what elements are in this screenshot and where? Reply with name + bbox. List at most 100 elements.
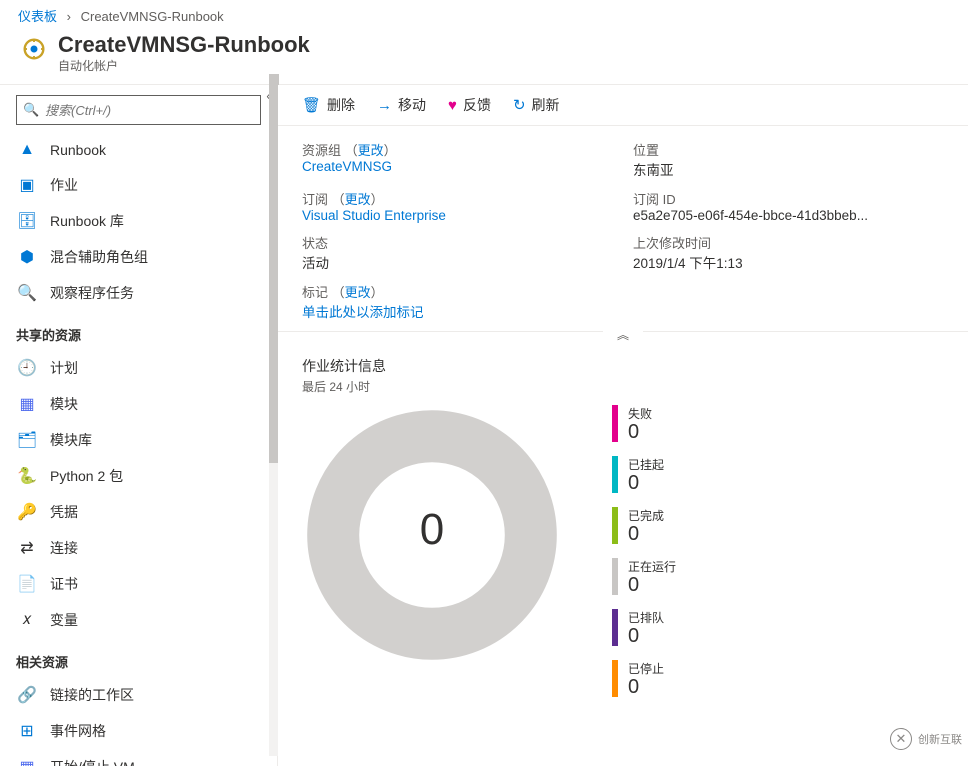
last-modified-label: 上次修改时间 — [633, 233, 944, 252]
legend-item-2: 已完成0 — [612, 507, 676, 544]
move-label: 移动 — [398, 95, 426, 115]
prop-subscription: 订阅 （更改） Visual Studio Enterprise — [302, 189, 613, 223]
collapse-properties-icon[interactable]: ︽ — [603, 324, 643, 345]
refresh-button[interactable]: ↻ 刷新 — [513, 95, 560, 115]
resource-group-value[interactable]: CreateVMNSG — [302, 159, 613, 174]
subscription-label: 订阅 — [302, 192, 328, 207]
legend-item-5: 已停止0 — [612, 660, 676, 697]
last-modified-value: 2019/1/4 下午1:13 — [633, 252, 944, 272]
sidebar-related-label-2: 开始/停止 VM — [50, 757, 135, 766]
heart-icon: ♥ — [448, 97, 457, 114]
sidebar-shared-label-3: Python 2 包 — [50, 466, 123, 486]
toolbar: 🗑 删除 → 移动 ♥ 反馈 ↻ 刷新 — [278, 85, 968, 126]
sidebar-related-icon-0: 🔗 — [16, 685, 38, 705]
breadcrumb: 仪表板 › CreateVMNSG-Runbook — [0, 0, 968, 31]
legend-item-3: 正在运行0 — [612, 558, 676, 595]
sidebar-shared-item-6[interactable]: 📄证书 — [0, 566, 277, 602]
sidebar-shared-item-4[interactable]: 🔑凭据 — [0, 494, 277, 530]
sidebar-header-shared: 共享的资源 — [0, 311, 277, 350]
sidebar: « 🔍 ▲Runbook▣作业🗄Runbook 库⬢混合辅助角色组🔍观察程序任务… — [0, 85, 278, 766]
sidebar-shared-icon-5: ⇄ — [16, 538, 38, 558]
automation-account-icon — [18, 33, 50, 65]
breadcrumb-sep: › — [67, 9, 71, 24]
sidebar-related-item-2[interactable]: ▦ 开始/停止 VM — [0, 749, 277, 766]
legend-item-0: 失败0 — [612, 405, 676, 442]
sidebar-top-label-4: 观察程序任务 — [50, 283, 134, 303]
delete-icon: 🗑 — [302, 96, 321, 114]
search-box: 🔍 — [16, 95, 261, 125]
tags-label: 标记 — [302, 285, 328, 300]
sidebar-top-label-3: 混合辅助角色组 — [50, 247, 148, 267]
legend-bar-5 — [612, 660, 618, 697]
sidebar-shared-item-0[interactable]: 🕘计划 — [0, 350, 277, 386]
legend-value-2: 0 — [628, 524, 664, 544]
sidebar-shared-item-7[interactable]: 𝑥变量 — [0, 602, 277, 638]
sidebar-top-label-0: Runbook — [50, 142, 106, 158]
move-icon: → — [377, 97, 392, 114]
page-subtitle: 自动化帐户 — [58, 57, 310, 74]
prop-resource-group: 资源组 （更改） CreateVMNSG — [302, 140, 613, 179]
sidebar-related-label-1: 事件网格 — [50, 721, 106, 741]
legend-bar-3 — [612, 558, 618, 595]
subscription-id-value: e5a2e705-e06f-454e-bbce-41d3bbeb... — [633, 208, 944, 223]
sidebar-top-label-1: 作业 — [50, 175, 78, 195]
sidebar-shared-item-5[interactable]: ⇄连接 — [0, 530, 277, 566]
sidebar-top-item-1[interactable]: ▣作业 — [0, 167, 277, 203]
location-value: 东南亚 — [633, 159, 944, 179]
prop-status: 状态 活动 — [302, 233, 613, 272]
tags-add-link[interactable]: 单击此处以添加标记 — [302, 301, 944, 321]
sidebar-related-label-0: 链接的工作区 — [50, 685, 134, 705]
sidebar-shared-icon-2: 🗂 — [16, 430, 38, 450]
sidebar-related-icon-1: ⊞ — [16, 721, 38, 741]
sidebar-shared-icon-7: 𝑥 — [16, 611, 38, 629]
refresh-label: 刷新 — [532, 95, 560, 115]
delete-button[interactable]: 🗑 删除 — [302, 95, 355, 115]
legend-bar-4 — [612, 609, 618, 646]
watermark-icon: ✕ — [890, 728, 912, 750]
legend-value-4: 0 — [628, 626, 664, 646]
sidebar-related-icon-2: ▦ — [16, 757, 38, 766]
tags-change-link[interactable]: 更改 — [345, 285, 371, 300]
sidebar-top-item-3[interactable]: ⬢ 混合辅助角色组 — [0, 239, 277, 275]
move-button[interactable]: → 移动 — [377, 95, 426, 115]
sidebar-shared-icon-6: 📄 — [16, 574, 38, 594]
prop-location: 位置 东南亚 — [633, 140, 944, 179]
legend-label-1: 已挂起 — [628, 456, 664, 473]
legend-label-5: 已停止 — [628, 660, 664, 677]
sidebar-shared-icon-3: 🐍 — [16, 466, 38, 486]
watermark: ✕ 创新互联 — [890, 728, 962, 750]
sidebar-shared-item-1[interactable]: ▦模块 — [0, 386, 277, 422]
search-input[interactable] — [16, 95, 261, 125]
sidebar-shared-item-2[interactable]: 🗂模块库 — [0, 422, 277, 458]
prop-tags: 标记 （更改） 单击此处以添加标记 — [302, 282, 944, 321]
page-header: CreateVMNSG-Runbook 自动化帐户 — [0, 31, 968, 84]
breadcrumb-dashboard[interactable]: 仪表板 — [18, 9, 57, 24]
status-value: 活动 — [302, 252, 613, 272]
legend-value-0: 0 — [628, 422, 652, 442]
chart-legend: 失败0已挂起0已完成0正在运行0已排队0已停止0 — [612, 405, 676, 697]
sidebar-top-icon-3: ⬢ — [16, 247, 38, 267]
sidebar-related-item-1[interactable]: ⊞ 事件网格 — [0, 713, 277, 749]
resource-group-change-link[interactable]: 更改 — [358, 143, 384, 158]
sidebar-top-item-2[interactable]: 🗄Runbook 库 — [0, 203, 277, 239]
sidebar-shared-label-0: 计划 — [50, 358, 78, 378]
subscription-value[interactable]: Visual Studio Enterprise — [302, 208, 613, 223]
sidebar-related-item-0[interactable]: 🔗 链接的工作区 — [0, 677, 277, 713]
legend-bar-2 — [612, 507, 618, 544]
subscription-change-link[interactable]: 更改 — [345, 192, 371, 207]
chart-subtitle: 最后 24 小时 — [302, 378, 944, 395]
status-label: 状态 — [302, 233, 613, 252]
properties-panel: 资源组 （更改） CreateVMNSG 位置 东南亚 订阅 （更改） Visu… — [278, 126, 968, 332]
sidebar-top-icon-2: 🗄 — [16, 211, 38, 231]
breadcrumb-current: CreateVMNSG-Runbook — [81, 9, 224, 24]
legend-item-4: 已排队0 — [612, 609, 676, 646]
sidebar-shared-item-3[interactable]: 🐍 Python 2 包 — [0, 458, 277, 494]
legend-label-2: 已完成 — [628, 507, 664, 524]
sidebar-shared-icon-4: 🔑 — [16, 502, 38, 522]
location-label: 位置 — [633, 140, 944, 159]
sidebar-top-item-0[interactable]: ▲Runbook — [0, 133, 277, 167]
sidebar-top-item-4[interactable]: 🔍观察程序任务 — [0, 275, 277, 311]
resource-group-label: 资源组 — [302, 143, 341, 158]
page-title: CreateVMNSG-Runbook — [58, 33, 310, 57]
feedback-button[interactable]: ♥ 反馈 — [448, 95, 491, 115]
